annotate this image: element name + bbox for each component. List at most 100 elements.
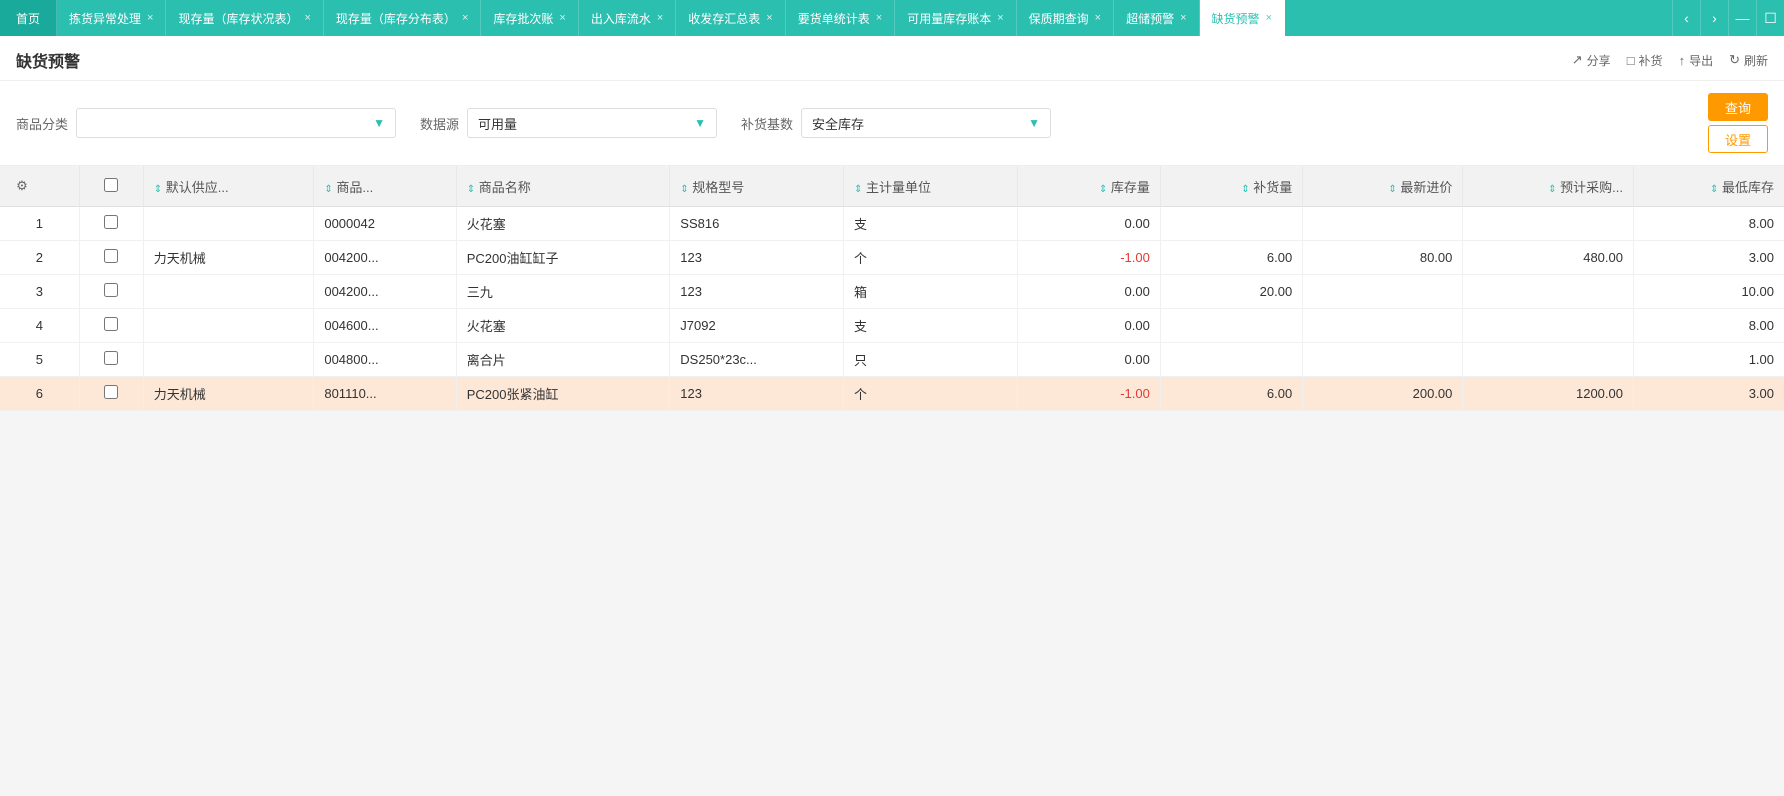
th-estimated[interactable]: ⇕ 预计采购...	[1463, 166, 1634, 207]
tab-flow[interactable]: 出入库流水 ×	[579, 0, 676, 36]
tab-available-close[interactable]: ×	[997, 12, 1003, 24]
share-button[interactable]: ↗ 分享	[1572, 52, 1611, 69]
row-checkbox[interactable]	[104, 317, 118, 331]
share-icon: ↗	[1572, 52, 1583, 68]
export-icon: ↑	[1679, 53, 1686, 68]
row-checkbox[interactable]	[104, 249, 118, 263]
th-stock[interactable]: ⇕ 库存量	[1018, 166, 1160, 207]
row-checkbox[interactable]	[104, 215, 118, 229]
tab-expire[interactable]: 保质期查询 ×	[1017, 0, 1114, 36]
tab-home-label: 首页	[16, 10, 40, 27]
th-replenish-label: 补货量	[1253, 180, 1292, 195]
replenish-sort-icon: ⇕	[1241, 184, 1249, 195]
row-checkbox-cell	[79, 207, 143, 241]
th-supplier[interactable]: ⇕ 默认供应...	[143, 166, 314, 207]
row-latest-price	[1303, 309, 1463, 343]
row-code: 004800...	[314, 343, 456, 377]
row-checkbox[interactable]	[104, 283, 118, 297]
tab-collect[interactable]: 收发存汇总表 ×	[676, 0, 785, 36]
replenish-base-select[interactable]: 安全库存 ▼	[801, 108, 1051, 138]
th-latest-price-label: 最新进价	[1400, 180, 1452, 195]
tab-stock-status[interactable]: 现存量（库存状况表） ×	[166, 0, 323, 36]
export-button[interactable]: ↑ 导出	[1679, 52, 1714, 69]
row-min-stock: 8.00	[1633, 309, 1784, 343]
row-code: 004600...	[314, 309, 456, 343]
table-row: 10000042火花塞SS816支0.008.00	[0, 207, 1784, 241]
th-replenish[interactable]: ⇕ 补货量	[1160, 166, 1302, 207]
th-latest-price[interactable]: ⇕ 最新进价	[1303, 166, 1463, 207]
tab-batch[interactable]: 库存批次账 ×	[481, 0, 578, 36]
column-settings-icon[interactable]: ⚙	[10, 174, 34, 198]
row-spec: J7092	[670, 309, 844, 343]
tab-scroll-left[interactable]: ‹	[1672, 0, 1700, 36]
replenish-base-label: 补货基数	[741, 114, 793, 133]
name-sort-icon: ⇕	[467, 184, 475, 195]
tab-maximize[interactable]: ☐	[1756, 0, 1784, 36]
table-header-row: ⚙ ⇕ 默认供应... ⇕ 商品... ⇕ 商品名称	[0, 166, 1784, 207]
th-code[interactable]: ⇕ 商品...	[314, 166, 456, 207]
query-button[interactable]: 查询	[1708, 93, 1768, 121]
row-latest-price	[1303, 275, 1463, 309]
row-spec: 123	[670, 377, 844, 411]
row-supplier	[143, 343, 314, 377]
tab-overstock[interactable]: 超储预警 ×	[1114, 0, 1199, 36]
tab-collect-close[interactable]: ×	[766, 12, 772, 24]
row-latest-price	[1303, 343, 1463, 377]
select-all-checkbox[interactable]	[104, 178, 118, 192]
tab-overstock-close[interactable]: ×	[1180, 12, 1186, 24]
tab-exception-close[interactable]: ×	[147, 12, 153, 24]
replenish-button[interactable]: □ 补货	[1627, 52, 1663, 69]
tab-available[interactable]: 可用量库存账本 ×	[895, 0, 1016, 36]
row-spec: 123	[670, 241, 844, 275]
th-supplier-label: 默认供应...	[166, 180, 229, 195]
tab-expire-close[interactable]: ×	[1095, 12, 1101, 24]
datasource-select[interactable]: 可用量 ▼	[467, 108, 717, 138]
row-min-stock: 3.00	[1633, 377, 1784, 411]
tab-shortage[interactable]: 缺货预警 ×	[1200, 0, 1285, 36]
tab-home[interactable]: 首页	[0, 0, 57, 36]
tab-stock-dist[interactable]: 现存量（库存分布表） ×	[324, 0, 481, 36]
th-name[interactable]: ⇕ 商品名称	[456, 166, 670, 207]
th-min-stock[interactable]: ⇕ 最低库存	[1633, 166, 1784, 207]
row-estimated	[1463, 207, 1634, 241]
row-estimated: 480.00	[1463, 241, 1634, 275]
page-title: 缺货预警	[16, 48, 1572, 72]
row-estimated	[1463, 275, 1634, 309]
refresh-button[interactable]: ↻ 刷新	[1729, 52, 1768, 69]
tab-exception[interactable]: 拣货异常处理 ×	[57, 0, 166, 36]
tab-stock-dist-label: 现存量（库存分布表）	[336, 10, 456, 27]
th-gear: ⚙	[0, 166, 79, 207]
settings-button[interactable]: 设置	[1708, 125, 1768, 153]
tab-stock-status-close[interactable]: ×	[304, 12, 310, 24]
header-actions: ↗ 分享 □ 补货 ↑ 导出 ↻ 刷新	[1572, 52, 1768, 69]
tab-order-stat[interactable]: 要货单统计表 ×	[786, 0, 895, 36]
th-spec[interactable]: ⇕ 规格型号	[670, 166, 844, 207]
tab-flow-close[interactable]: ×	[657, 12, 663, 24]
row-seq: 2	[0, 241, 79, 275]
th-min-stock-label: 最低库存	[1722, 180, 1774, 195]
tab-batch-close[interactable]: ×	[559, 12, 565, 24]
th-stock-label: 库存量	[1111, 180, 1150, 195]
tab-shortage-close[interactable]: ×	[1266, 12, 1272, 24]
category-select[interactable]: ▼	[76, 108, 396, 138]
tab-batch-label: 库存批次账	[493, 10, 553, 27]
refresh-label: 刷新	[1744, 52, 1768, 69]
row-checkbox[interactable]	[104, 385, 118, 399]
row-stock: 0.00	[1018, 275, 1160, 309]
row-code: 004200...	[314, 275, 456, 309]
table-row: 5004800...离合片DS250*23c...只0.001.00	[0, 343, 1784, 377]
datasource-label: 数据源	[420, 114, 459, 133]
tab-order-stat-close[interactable]: ×	[876, 12, 882, 24]
tab-scroll-right[interactable]: ›	[1700, 0, 1728, 36]
row-checkbox[interactable]	[104, 351, 118, 365]
th-unit[interactable]: ⇕ 主计量单位	[844, 166, 1018, 207]
tab-stock-dist-close[interactable]: ×	[462, 12, 468, 24]
row-name: 火花塞	[456, 207, 670, 241]
row-supplier: 力天机械	[143, 241, 314, 275]
row-min-stock: 3.00	[1633, 241, 1784, 275]
tab-minimize[interactable]: —	[1728, 0, 1756, 36]
row-checkbox-cell	[79, 275, 143, 309]
row-checkbox-cell	[79, 241, 143, 275]
tab-order-stat-label: 要货单统计表	[798, 10, 870, 27]
tab-available-label: 可用量库存账本	[907, 10, 991, 27]
